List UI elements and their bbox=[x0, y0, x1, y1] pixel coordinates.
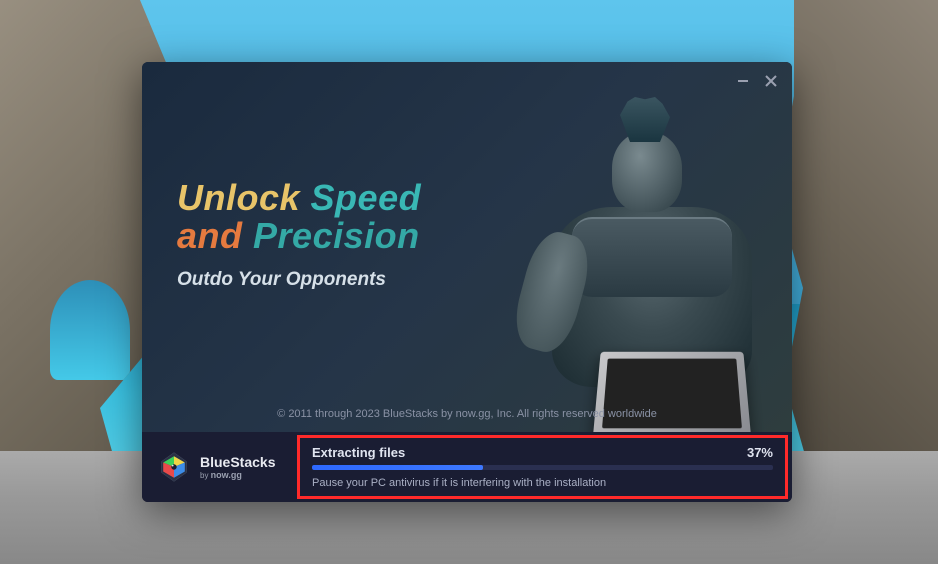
progress-hint: Pause your PC antivirus if it is interfe… bbox=[312, 477, 773, 489]
progress-header: Extracting files 37% bbox=[312, 445, 773, 460]
logo: BlueStacks by now.gg bbox=[142, 449, 297, 485]
logo-text: BlueStacks by now.gg bbox=[200, 454, 275, 480]
hero-banner: Unlock Speed and Precision Outdo Your Op… bbox=[142, 62, 792, 432]
window-controls bbox=[736, 74, 778, 88]
minimize-icon bbox=[736, 74, 750, 88]
close-button[interactable] bbox=[764, 74, 778, 88]
headline-word-precision: Precision bbox=[253, 215, 420, 256]
installer-window: Unlock Speed and Precision Outdo Your Op… bbox=[142, 62, 792, 502]
headline: Unlock Speed and Precision Outdo Your Op… bbox=[177, 177, 421, 291]
bluestacks-logo-icon bbox=[156, 449, 192, 485]
installer-footer: BlueStacks by now.gg Extracting files 37… bbox=[142, 432, 792, 502]
progress-bar bbox=[312, 465, 773, 470]
progress-fill bbox=[312, 465, 483, 470]
progress-percentage: 37% bbox=[747, 445, 773, 460]
headline-line-1: Unlock Speed bbox=[177, 177, 421, 219]
close-icon bbox=[764, 74, 778, 88]
logo-text-main: BlueStacks bbox=[200, 454, 275, 470]
headline-word-unlock: Unlock bbox=[177, 177, 300, 218]
tagline: Outdo Your Opponents bbox=[177, 269, 421, 291]
hero-illustration bbox=[452, 62, 792, 432]
headline-word-speed: Speed bbox=[311, 177, 422, 218]
minimize-button[interactable] bbox=[736, 74, 750, 88]
headline-line-2: and Precision bbox=[177, 215, 421, 257]
warrior-character bbox=[492, 102, 792, 432]
copyright-text: © 2011 through 2023 BlueStacks by now.gg… bbox=[142, 408, 792, 420]
logo-text-sub: by now.gg bbox=[200, 470, 275, 480]
progress-status-label: Extracting files bbox=[312, 445, 405, 460]
progress-panel: Extracting files 37% Pause your PC antiv… bbox=[297, 435, 788, 499]
headline-word-and: and bbox=[177, 215, 243, 256]
